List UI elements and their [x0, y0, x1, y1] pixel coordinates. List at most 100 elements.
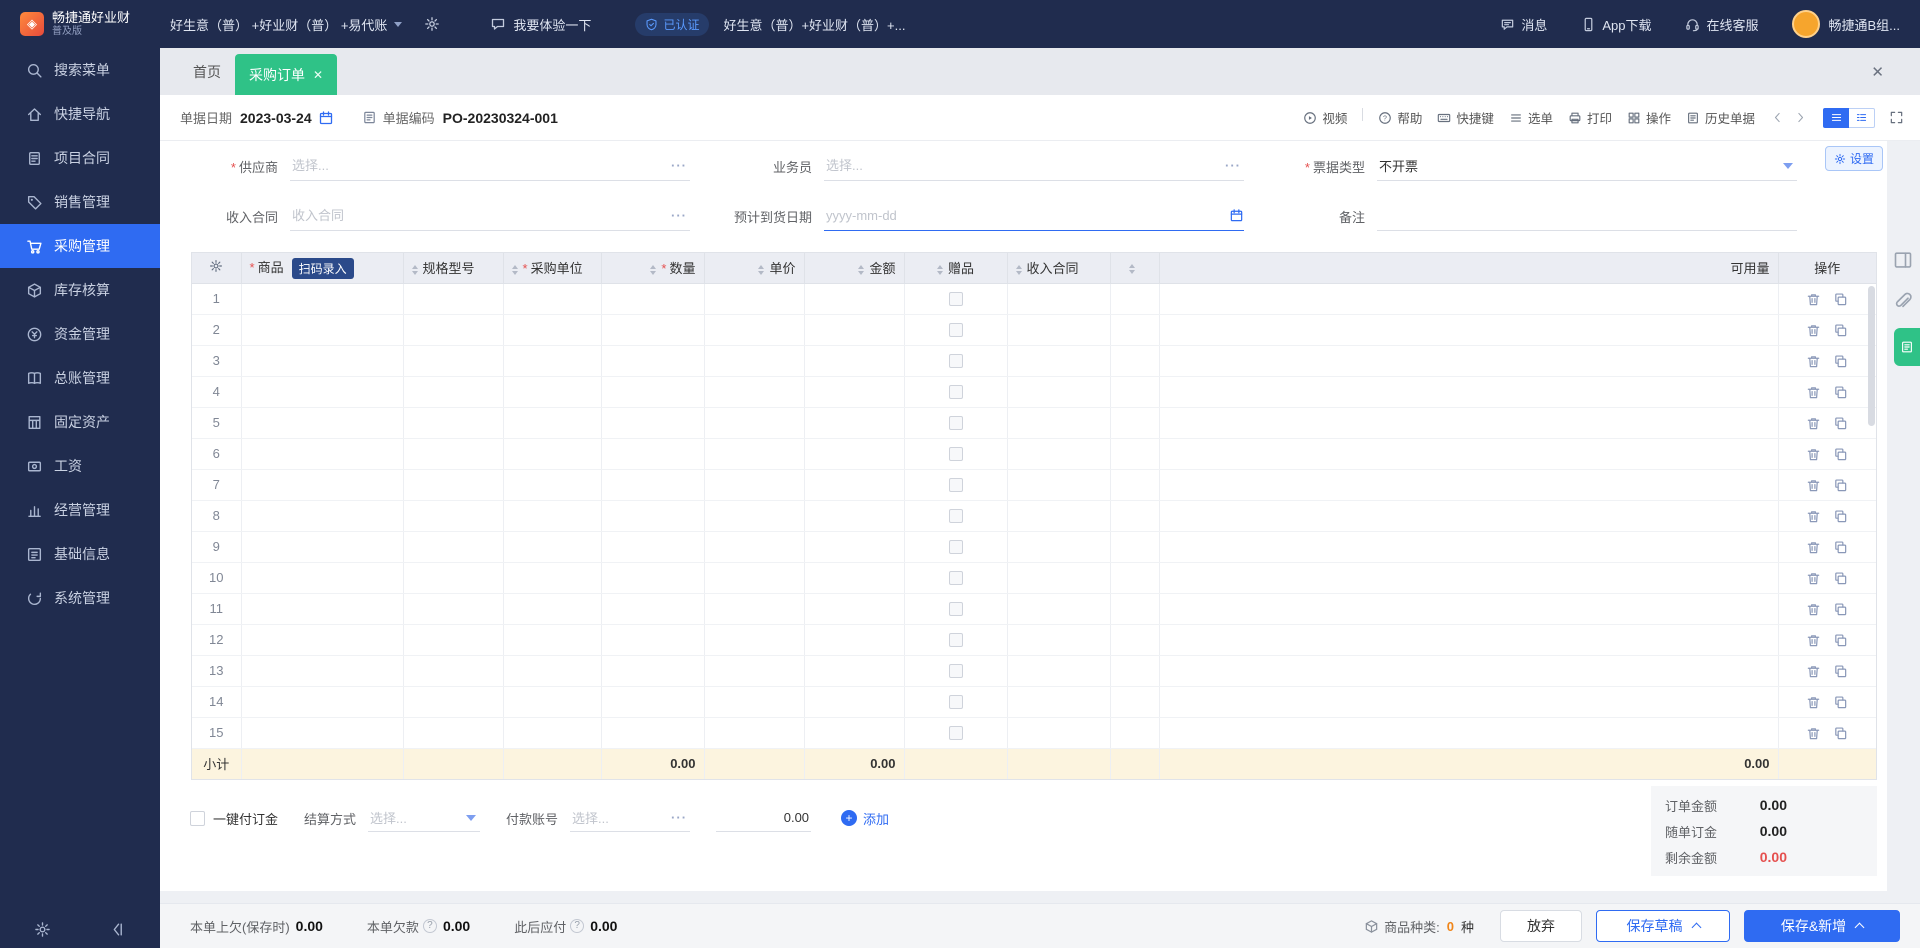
close-tab-icon[interactable]: ✕	[313, 69, 323, 81]
add-payment-button[interactable]: + 添加	[841, 809, 889, 828]
cell-ops[interactable]	[1778, 376, 1876, 408]
list-view-button[interactable]	[1823, 107, 1849, 128]
copy-row-icon[interactable]	[1833, 540, 1848, 555]
cell-gift[interactable]	[904, 376, 1008, 408]
cell-amount[interactable]	[804, 562, 905, 594]
gift-checkbox[interactable]	[948, 540, 963, 555]
cell-gift[interactable]	[904, 531, 1008, 563]
income-contract-picker-icon[interactable]: ···	[668, 208, 690, 223]
cell-qty[interactable]	[601, 593, 705, 625]
sort-icon[interactable]	[758, 264, 765, 275]
cell-avail[interactable]	[1159, 717, 1779, 749]
cell-blank[interactable]	[1110, 283, 1160, 315]
cell-gift[interactable]	[904, 655, 1008, 687]
cell-spec[interactable]	[403, 624, 504, 656]
cell-unit[interactable]	[503, 469, 602, 501]
copy-row-icon[interactable]	[1833, 695, 1848, 710]
cell-contract[interactable]	[1007, 655, 1111, 687]
cell-qty[interactable]	[601, 469, 705, 501]
sidebar-item-ledger[interactable]: 总账管理	[0, 356, 160, 400]
copy-row-icon[interactable]	[1833, 571, 1848, 586]
online-service-link[interactable]: 在线客服	[1685, 15, 1758, 34]
gift-checkbox[interactable]	[948, 447, 963, 462]
cell-qty[interactable]	[601, 314, 705, 346]
cell-spec[interactable]	[403, 531, 504, 563]
cell-price[interactable]	[704, 562, 805, 594]
toolbar-hotkeys[interactable]: 快捷键	[1437, 108, 1494, 127]
cell-contract[interactable]	[1007, 717, 1111, 749]
sidebar-item-system[interactable]: 系统管理	[0, 576, 160, 620]
cell-gift[interactable]	[904, 283, 1008, 315]
cell-amount[interactable]	[804, 314, 905, 346]
delete-row-icon[interactable]	[1806, 509, 1821, 524]
salesman-picker-icon[interactable]: ···	[1222, 158, 1244, 173]
certified-badge[interactable]: 已认证	[635, 12, 710, 36]
cell-qty[interactable]	[601, 500, 705, 532]
cell-price[interactable]	[704, 500, 805, 532]
sidebar-item-inventory[interactable]: 库存核算	[0, 268, 160, 312]
fullscreen-icon[interactable]	[1889, 110, 1904, 125]
sort-icon[interactable]	[511, 264, 518, 275]
cell-product[interactable]	[241, 469, 404, 501]
cell-product[interactable]	[241, 655, 404, 687]
gift-checkbox[interactable]	[948, 292, 963, 307]
cell-spec[interactable]	[403, 407, 504, 439]
delete-row-icon[interactable]	[1806, 695, 1821, 710]
cell-price[interactable]	[704, 407, 805, 439]
copy-row-icon[interactable]	[1833, 602, 1848, 617]
cell-ops[interactable]	[1778, 407, 1876, 439]
cell-price[interactable]	[704, 283, 805, 315]
cell-avail[interactable]	[1159, 376, 1779, 408]
cell-amount[interactable]	[804, 624, 905, 656]
cell-blank[interactable]	[1110, 407, 1160, 439]
cell-avail[interactable]	[1159, 531, 1779, 563]
cell-price[interactable]	[704, 531, 805, 563]
cell-ops[interactable]	[1778, 314, 1876, 346]
cell-avail[interactable]	[1159, 593, 1779, 625]
remark-input[interactable]	[1377, 208, 1797, 223]
cell-amount[interactable]	[804, 283, 905, 315]
sidebar-item-sales[interactable]: 销售管理	[0, 180, 160, 224]
delete-row-icon[interactable]	[1806, 602, 1821, 617]
cell-unit[interactable]	[503, 407, 602, 439]
save-and-new-button[interactable]: 保存&新增	[1744, 910, 1900, 942]
cell-spec[interactable]	[403, 438, 504, 470]
column-settings-icon[interactable]	[209, 259, 223, 273]
cell-avail[interactable]	[1159, 500, 1779, 532]
toolbar-history[interactable]: 历史单据	[1686, 108, 1755, 127]
cell-contract[interactable]	[1007, 314, 1111, 346]
cell-ops[interactable]	[1778, 438, 1876, 470]
table-scrollbar[interactable]	[1867, 284, 1875, 746]
sidebar-item-quick-nav[interactable]: 快捷导航	[0, 92, 160, 136]
next-doc-icon[interactable]	[1794, 111, 1807, 124]
cell-qty[interactable]	[601, 531, 705, 563]
cell-price[interactable]	[704, 314, 805, 346]
cell-gift[interactable]	[904, 469, 1008, 501]
copy-row-icon[interactable]	[1833, 292, 1848, 307]
app-download-link[interactable]: App下载	[1581, 15, 1651, 34]
cell-unit[interactable]	[503, 376, 602, 408]
cell-spec[interactable]	[403, 655, 504, 687]
cell-unit[interactable]	[503, 314, 602, 346]
sidebar-item-purchase[interactable]: 采购管理	[0, 224, 160, 268]
cell-gift[interactable]	[904, 407, 1008, 439]
cell-amount[interactable]	[804, 345, 905, 377]
cell-blank[interactable]	[1110, 345, 1160, 377]
copy-row-icon[interactable]	[1833, 478, 1848, 493]
delete-row-icon[interactable]	[1806, 385, 1821, 400]
cell-contract[interactable]	[1007, 686, 1111, 718]
cell-ops[interactable]	[1778, 593, 1876, 625]
cell-avail[interactable]	[1159, 562, 1779, 594]
cell-gift[interactable]	[904, 624, 1008, 656]
cell-price[interactable]	[704, 717, 805, 749]
cell-amount[interactable]	[804, 686, 905, 718]
cell-qty[interactable]	[601, 376, 705, 408]
cell-product[interactable]	[241, 686, 404, 718]
collapse-sidebar-icon[interactable]	[109, 921, 126, 938]
save-draft-button[interactable]: 保存草稿	[1596, 910, 1730, 942]
cell-blank[interactable]	[1110, 562, 1160, 594]
supplier-input[interactable]	[290, 158, 668, 173]
cell-amount[interactable]	[804, 717, 905, 749]
cell-spec[interactable]	[403, 593, 504, 625]
cell-avail[interactable]	[1159, 314, 1779, 346]
